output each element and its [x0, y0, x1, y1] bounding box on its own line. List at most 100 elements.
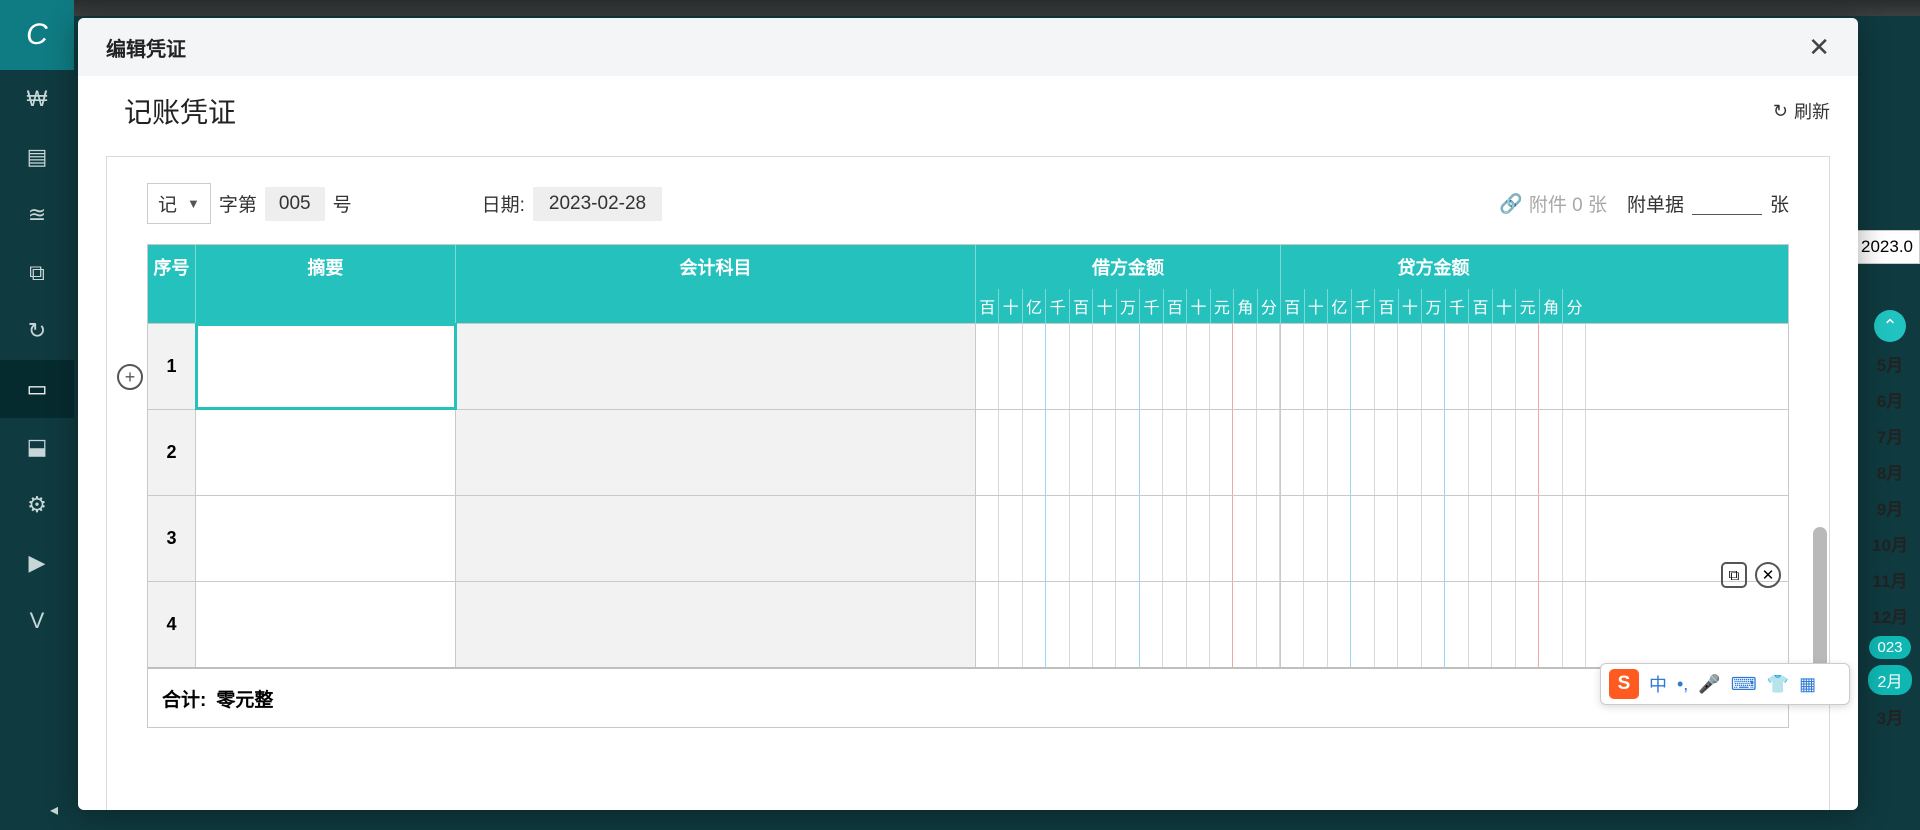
- amount-digit[interactable]: [1140, 582, 1163, 667]
- amount-digit[interactable]: [1046, 582, 1069, 667]
- month-8[interactable]: 8月: [1867, 456, 1913, 486]
- subject-cell[interactable]: [456, 582, 976, 667]
- year-pill[interactable]: 023: [1869, 636, 1910, 659]
- amount-digit[interactable]: [999, 324, 1022, 409]
- amount-digit[interactable]: [1445, 582, 1468, 667]
- ime-skin-icon[interactable]: 👕: [1767, 674, 1789, 695]
- subject-cell[interactable]: [456, 410, 976, 495]
- side-icon-v[interactable]: V: [0, 592, 74, 650]
- amount-digit[interactable]: [1210, 324, 1233, 409]
- current-month-pill[interactable]: 2月: [1868, 665, 1913, 695]
- month-5[interactable]: 5月: [1867, 348, 1913, 378]
- voucher-number[interactable]: 005: [265, 187, 325, 221]
- amount-digit[interactable]: [1210, 582, 1233, 667]
- amount-digit[interactable]: [1116, 410, 1139, 495]
- summary-cell[interactable]: [196, 410, 456, 495]
- amount-digit[interactable]: [1492, 582, 1515, 667]
- amount-digit[interactable]: [1023, 582, 1046, 667]
- amount-digit[interactable]: [1422, 582, 1445, 667]
- debit-cell[interactable]: [976, 324, 1281, 409]
- debit-cell[interactable]: [976, 582, 1281, 667]
- amount-digit[interactable]: [1070, 410, 1093, 495]
- add-row-icon[interactable]: +: [117, 364, 143, 390]
- amount-digit[interactable]: [976, 582, 999, 667]
- side-icon-receipt[interactable]: ⧉: [0, 244, 74, 302]
- amount-digit[interactable]: [1539, 496, 1562, 581]
- amount-digit[interactable]: [1257, 410, 1280, 495]
- side-icon-money[interactable]: ₩: [0, 70, 74, 128]
- amount-digit[interactable]: [1070, 582, 1093, 667]
- amount-digit[interactable]: [1492, 324, 1515, 409]
- side-icon-chart[interactable]: ≊: [0, 186, 74, 244]
- amount-digit[interactable]: [1163, 496, 1186, 581]
- amount-digit[interactable]: [1281, 496, 1304, 581]
- amount-digit[interactable]: [1163, 324, 1186, 409]
- amount-digit[interactable]: [1445, 324, 1468, 409]
- amount-digit[interactable]: [1304, 496, 1327, 581]
- amount-digit[interactable]: [1398, 410, 1421, 495]
- scroll-up-icon[interactable]: ⌃: [1874, 310, 1906, 342]
- amount-digit[interactable]: [1351, 582, 1374, 667]
- month-3[interactable]: 3月: [1867, 701, 1913, 731]
- ime-box-icon[interactable]: ▦: [1799, 674, 1816, 695]
- amount-digit[interactable]: [999, 496, 1022, 581]
- amount-digit[interactable]: [1516, 496, 1539, 581]
- collapse-icon[interactable]: ◂: [50, 800, 58, 820]
- amount-digit[interactable]: [1469, 496, 1492, 581]
- amount-digit[interactable]: [1539, 324, 1562, 409]
- subject-cell[interactable]: [456, 324, 976, 409]
- side-icon-inbox[interactable]: ⬓: [0, 418, 74, 476]
- subject-cell[interactable]: [456, 496, 976, 581]
- amount-digit[interactable]: [1469, 410, 1492, 495]
- amount-digit[interactable]: [976, 410, 999, 495]
- amount-digit[interactable]: [1469, 582, 1492, 667]
- amount-digit[interactable]: [1375, 496, 1398, 581]
- amount-digit[interactable]: [1398, 582, 1421, 667]
- voucher-type-select[interactable]: 记 ▼: [147, 183, 211, 224]
- amount-digit[interactable]: [1445, 410, 1468, 495]
- amount-digit[interactable]: [1351, 410, 1374, 495]
- receipt-count-input[interactable]: [1692, 193, 1762, 215]
- summary-cell[interactable]: [196, 324, 456, 409]
- amount-digit[interactable]: [1281, 582, 1304, 667]
- amount-digit[interactable]: [1539, 410, 1562, 495]
- amount-digit[interactable]: [1233, 582, 1256, 667]
- amount-digit[interactable]: [1398, 324, 1421, 409]
- amount-digit[interactable]: [976, 496, 999, 581]
- amount-digit[interactable]: [1116, 324, 1139, 409]
- amount-digit[interactable]: [1140, 496, 1163, 581]
- amount-digit[interactable]: [1351, 496, 1374, 581]
- month-6[interactable]: 6月: [1867, 384, 1913, 414]
- month-12[interactable]: 12月: [1867, 600, 1913, 630]
- amount-digit[interactable]: [1023, 496, 1046, 581]
- amount-digit[interactable]: [1210, 496, 1233, 581]
- amount-digit[interactable]: [1328, 582, 1351, 667]
- amount-digit[interactable]: [1516, 410, 1539, 495]
- amount-digit[interactable]: [1516, 324, 1539, 409]
- month-10[interactable]: 10月: [1867, 528, 1913, 558]
- amount-digit[interactable]: [1140, 324, 1163, 409]
- amount-digit[interactable]: [1375, 410, 1398, 495]
- date-input[interactable]: 2023-02-28: [533, 187, 662, 221]
- amount-digit[interactable]: [1422, 324, 1445, 409]
- ime-toolbar[interactable]: S 中 •, 🎤 ⌨ 👕 ▦: [1600, 663, 1850, 705]
- amount-digit[interactable]: [1375, 582, 1398, 667]
- credit-cell[interactable]: [1281, 410, 1586, 495]
- amount-digit[interactable]: [1563, 582, 1586, 667]
- amount-digit[interactable]: [1328, 496, 1351, 581]
- side-icon-settings[interactable]: ⚙: [0, 476, 74, 534]
- amount-digit[interactable]: [1257, 582, 1280, 667]
- amount-digit[interactable]: [1422, 496, 1445, 581]
- side-icon-doc[interactable]: ▤: [0, 128, 74, 186]
- amount-digit[interactable]: [1563, 410, 1586, 495]
- amount-digit[interactable]: [1187, 410, 1210, 495]
- side-icon-sync[interactable]: ↻: [0, 302, 74, 360]
- amount-digit[interactable]: [1093, 324, 1116, 409]
- amount-digit[interactable]: [1328, 410, 1351, 495]
- month-11[interactable]: 11月: [1867, 564, 1913, 594]
- side-icon-voucher[interactable]: ▭: [0, 360, 74, 418]
- amount-digit[interactable]: [1492, 496, 1515, 581]
- amount-digit[interactable]: [1163, 582, 1186, 667]
- amount-digit[interactable]: [1257, 324, 1280, 409]
- amount-digit[interactable]: [1351, 324, 1374, 409]
